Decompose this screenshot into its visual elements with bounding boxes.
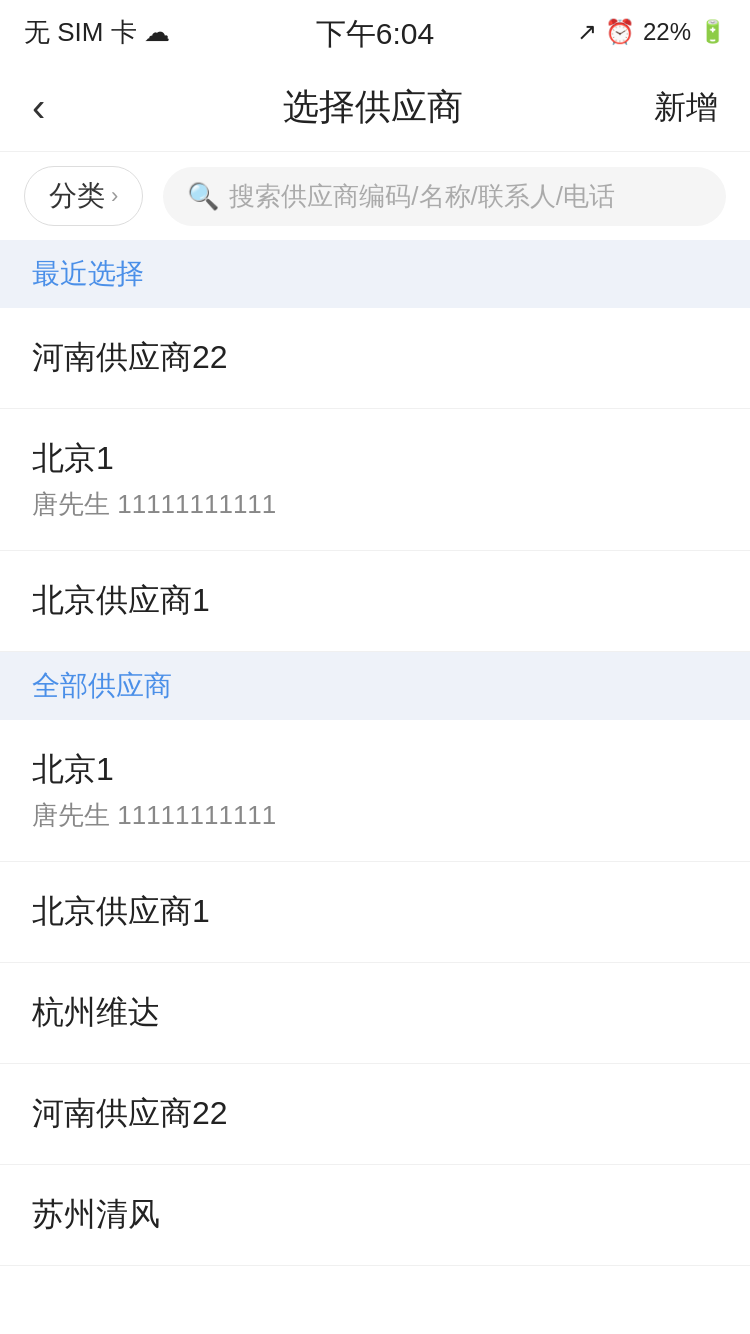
- item-sub: 唐先生 11111111111: [32, 798, 718, 833]
- list-item[interactable]: 北京1 唐先生 11111111111: [0, 409, 750, 551]
- chevron-icon: ›: [111, 183, 118, 209]
- page-title: 选择供应商: [283, 83, 463, 132]
- recent-section-label: 最近选择: [32, 255, 144, 293]
- filter-bar: 分类 › 🔍 搜索供应商编码/名称/联系人/电话: [0, 152, 750, 240]
- alarm-icon: ⏰: [605, 18, 635, 46]
- sim-status: 无 SIM 卡 ☁: [24, 15, 170, 50]
- list-item[interactable]: 北京供应商1: [0, 551, 750, 652]
- item-name: 北京1: [32, 748, 718, 792]
- list-item[interactable]: 河南供应商22: [0, 308, 750, 409]
- location-icon: ↗: [577, 18, 597, 46]
- all-section-label: 全部供应商: [32, 667, 172, 705]
- category-filter[interactable]: 分类 ›: [24, 166, 143, 226]
- search-box[interactable]: 🔍 搜索供应商编码/名称/联系人/电话: [163, 167, 726, 226]
- item-name: 杭州维达: [32, 991, 718, 1035]
- item-name: 北京供应商1: [32, 890, 718, 934]
- search-icon: 🔍: [187, 181, 219, 212]
- list-item[interactable]: 北京1 唐先生 11111111111: [0, 720, 750, 862]
- nav-bar: ‹ 选择供应商 新增: [0, 64, 750, 152]
- status-left: 无 SIM 卡 ☁: [24, 15, 170, 50]
- back-button[interactable]: ‹: [32, 85, 92, 130]
- add-button[interactable]: 新增: [654, 86, 718, 130]
- recent-section-header: 最近选择: [0, 240, 750, 308]
- battery-percent: 22%: [643, 18, 691, 46]
- item-name: 苏州清风: [32, 1193, 718, 1237]
- battery-icon: 🔋: [699, 19, 726, 45]
- list-item[interactable]: 苏州清风: [0, 1165, 750, 1266]
- status-right: ↗ ⏰ 22% 🔋: [577, 18, 726, 46]
- item-name: 河南供应商22: [32, 336, 718, 380]
- status-bar: 无 SIM 卡 ☁ 下午6:04 ↗ ⏰ 22% 🔋: [0, 0, 750, 64]
- item-name: 北京1: [32, 437, 718, 481]
- list-item[interactable]: 北京供应商1: [0, 862, 750, 963]
- all-list: 北京1 唐先生 11111111111 北京供应商1 杭州维达河南供应商22 苏州清风: [0, 720, 750, 1266]
- all-section-header: 全部供应商: [0, 652, 750, 720]
- list-item[interactable]: 河南供应商22: [0, 1064, 750, 1165]
- recent-list: 河南供应商22 北京1 唐先生 11111111111 北京供应商1: [0, 308, 750, 652]
- item-sub: 唐先生 11111111111: [32, 487, 718, 522]
- search-placeholder: 搜索供应商编码/名称/联系人/电话: [229, 179, 615, 214]
- list-item[interactable]: 杭州维达: [0, 963, 750, 1064]
- item-name: 北京供应商1: [32, 579, 718, 623]
- category-label: 分类: [49, 177, 105, 215]
- item-name: 河南供应商22: [32, 1092, 718, 1136]
- status-time: 下午6:04: [316, 14, 434, 55]
